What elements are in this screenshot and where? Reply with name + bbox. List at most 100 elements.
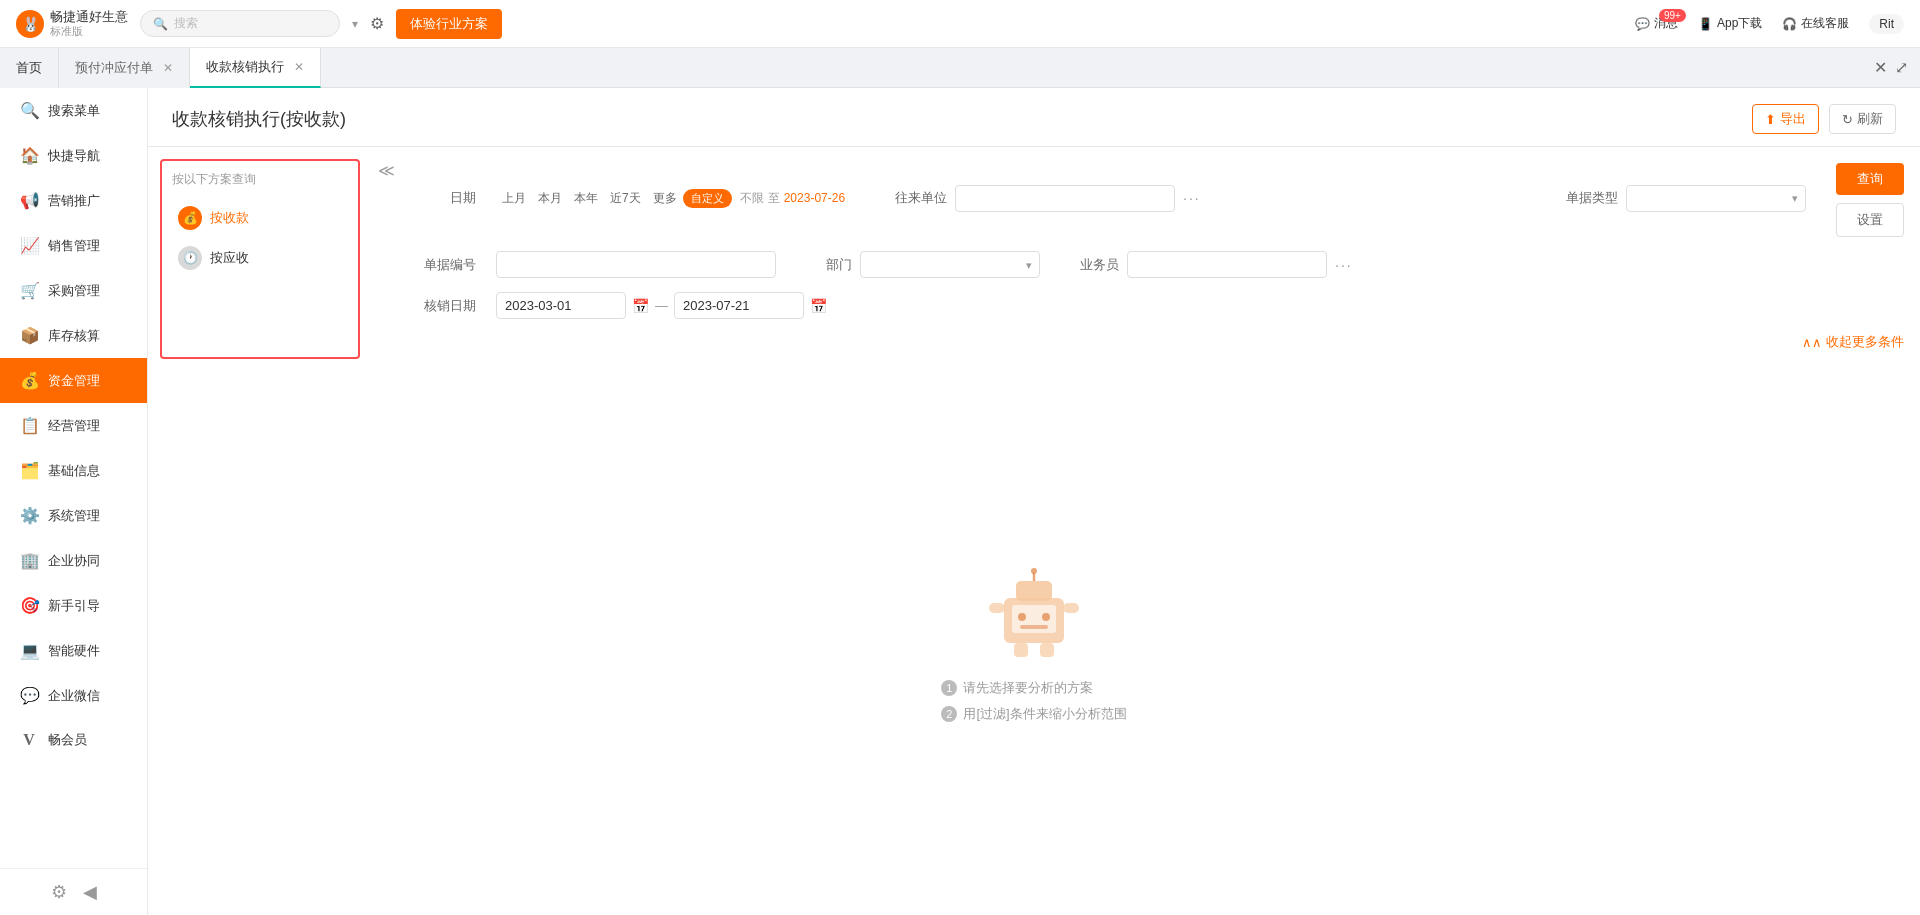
sidebar-item-member[interactable]: V 畅会员 <box>0 718 147 762</box>
search-menu-icon: 🔍 <box>20 101 38 120</box>
sidebar-item-sales[interactable]: 📈 销售管理 <box>0 223 147 268</box>
dept-select-wrapper <box>860 251 1040 278</box>
sidebar-label-hardware: 智能硬件 <box>48 642 100 660</box>
sidebar-item-basic[interactable]: 🗂️ 基础信息 <box>0 448 147 493</box>
verify-date-end-input[interactable] <box>674 292 804 319</box>
svg-rect-11 <box>1040 643 1054 657</box>
filter-option-collection[interactable]: 💰 按收款 <box>172 198 348 238</box>
sidebar-label-marketing: 营销推广 <box>48 192 100 210</box>
sidebar-item-system[interactable]: ⚙️ 系统管理 <box>0 493 147 538</box>
app-name: 畅捷通好生意 <box>50 9 128 25</box>
industry-btn[interactable]: 体验行业方案 <box>396 9 502 39</box>
svg-point-3 <box>1042 613 1050 621</box>
verify-date-start-input[interactable] <box>496 292 626 319</box>
search-placeholder: 搜索 <box>174 15 198 32</box>
filter-row-1: 日期 上月 本月 本年 近7天 更多 自定义 不限 至 2023-07-26 <box>416 159 1904 237</box>
doctype-select-wrapper <box>1626 185 1806 212</box>
operation-icon: 📋 <box>20 416 38 435</box>
tab-home-label: 首页 <box>16 59 42 77</box>
top-bar: 🐰 畅捷通好生意 标准版 🔍 搜索 ▾ ⚙ 体验行业方案 💬 消息 99+ 📱 … <box>0 0 1920 48</box>
sales-icon: 📈 <box>20 236 38 255</box>
settings-btn[interactable]: 设置 <box>1836 203 1904 237</box>
sidebar-item-newbie[interactable]: 🎯 新手引导 <box>0 583 147 628</box>
app-download-label: App下载 <box>1717 15 1762 32</box>
sidebar-label-basic: 基础信息 <box>48 462 100 480</box>
salesperson-more-icon[interactable]: ··· <box>1335 257 1353 273</box>
empty-state: 1 请先选择要分析的方案 2 用[过滤]条件来缩小分析范围 <box>941 563 1126 723</box>
filter-collapse-btn[interactable]: ≪ <box>372 147 400 371</box>
tab-collection[interactable]: 收款核销执行 ✕ <box>190 48 321 88</box>
salesperson-input[interactable] <box>1127 251 1327 278</box>
sidebar-item-hardware[interactable]: 💻 智能硬件 <box>0 628 147 673</box>
sidebar-bottom: ⚙ ◀ <box>0 868 147 915</box>
sidebar-item-wechat[interactable]: 💬 企业微信 <box>0 673 147 718</box>
date-tab-custom[interactable]: 自定义 <box>683 189 732 208</box>
sidebar-item-finance[interactable]: 💰 资金管理 <box>0 358 147 403</box>
docno-label: 单据编号 <box>416 256 476 274</box>
refresh-btn[interactable]: ↻ 刷新 <box>1829 104 1896 134</box>
phone-icon: 📱 <box>1698 17 1713 31</box>
message-btn[interactable]: 💬 消息 99+ <box>1635 15 1678 32</box>
sidebar-item-enterprise[interactable]: 🏢 企业协同 <box>0 538 147 583</box>
wechat-icon: 💬 <box>20 686 38 705</box>
filter-option-receivable[interactable]: 🕐 按应收 <box>172 238 348 278</box>
service-btn[interactable]: 🎧 在线客服 <box>1782 15 1849 32</box>
sidebar-label-wechat: 企业微信 <box>48 687 100 705</box>
close-tab-btn[interactable]: ✕ <box>1874 58 1887 77</box>
date-to-text: 至 <box>768 190 780 207</box>
query-btn[interactable]: 查询 <box>1836 163 1904 195</box>
settings-icon[interactable]: ⚙ <box>370 14 384 33</box>
search-dropdown-icon[interactable]: ▾ <box>352 17 358 31</box>
tab-collection-label: 收款核销执行 <box>206 58 284 76</box>
filter-panel-wrapper: 按以下方案查询 💰 按收款 🕐 按应收 ≪ <box>148 147 1920 371</box>
sidebar-item-search[interactable]: 🔍 搜索菜单 <box>0 88 147 133</box>
tab-prepay[interactable]: 预付冲应付单 ✕ <box>59 48 190 88</box>
sidebar-item-operation[interactable]: 📋 经营管理 <box>0 403 147 448</box>
sidebar-label-sales: 销售管理 <box>48 237 100 255</box>
date-tab-7days[interactable]: 近7天 <box>604 188 647 209</box>
receivable-option-icon: 🕐 <box>178 246 202 270</box>
date-value-text: 2023-07-26 <box>784 191 845 205</box>
salesperson-field-group: 业务员 ··· <box>1080 251 1353 278</box>
expand-tab-btn[interactable]: ⤢ <box>1895 58 1908 77</box>
partner-field-group: 往来单位 ··· <box>895 185 1526 212</box>
sidebar-item-purchase[interactable]: 🛒 采购管理 <box>0 268 147 313</box>
sidebar-label-search: 搜索菜单 <box>48 102 100 120</box>
date-tab-last-month[interactable]: 上月 <box>496 188 532 209</box>
svg-rect-9 <box>1063 603 1079 613</box>
sidebar-item-quicknav[interactable]: 🏠 快捷导航 <box>0 133 147 178</box>
member-icon: V <box>20 731 38 749</box>
dept-field-group: 部门 <box>826 251 1040 278</box>
sidebar-item-marketing[interactable]: 📢 营销推广 <box>0 178 147 223</box>
tab-home[interactable]: 首页 <box>0 48 59 88</box>
doctype-select[interactable] <box>1626 185 1806 212</box>
app-download-btn[interactable]: 📱 App下载 <box>1698 15 1762 32</box>
date-tab-this-year[interactable]: 本年 <box>568 188 604 209</box>
search-box[interactable]: 🔍 搜索 <box>140 10 340 37</box>
salesperson-label: 业务员 <box>1080 256 1119 274</box>
export-icon: ⬆ <box>1765 112 1776 127</box>
more-conditions-btn[interactable]: ∧∧ 收起更多条件 <box>1802 333 1904 351</box>
tip-num-1: 1 <box>941 680 957 696</box>
user-profile[interactable]: Rit <box>1869 14 1904 34</box>
logo-icon: 🐰 <box>16 10 44 38</box>
page-title: 收款核销执行(按收款) <box>172 107 346 143</box>
export-btn[interactable]: ⬆ 导出 <box>1752 104 1819 134</box>
sidebar-settings-icon[interactable]: ⚙ <box>51 881 67 903</box>
verify-date-end-cal-icon[interactable]: 📅 <box>810 298 827 314</box>
dept-select[interactable] <box>860 251 1040 278</box>
sidebar-item-inventory[interactable]: 📦 库存核算 <box>0 313 147 358</box>
empty-illustration <box>984 563 1084 663</box>
partner-input[interactable] <box>955 185 1175 212</box>
app-logo: 🐰 畅捷通好生意 标准版 <box>16 9 128 38</box>
verify-date-start-cal-icon[interactable]: 📅 <box>632 298 649 314</box>
tip-text-2: 用[过滤]条件来缩小分析范围 <box>963 705 1126 723</box>
tab-collection-close[interactable]: ✕ <box>294 60 304 74</box>
date-tab-more[interactable]: 更多 <box>647 188 683 209</box>
tab-bar-actions: ✕ ⤢ <box>1874 58 1920 77</box>
sidebar-collapse-icon[interactable]: ◀ <box>83 881 97 903</box>
docno-input[interactable] <box>496 251 776 278</box>
tab-prepay-close[interactable]: ✕ <box>163 61 173 75</box>
partner-more-icon[interactable]: ··· <box>1183 190 1201 206</box>
date-tab-this-month[interactable]: 本月 <box>532 188 568 209</box>
